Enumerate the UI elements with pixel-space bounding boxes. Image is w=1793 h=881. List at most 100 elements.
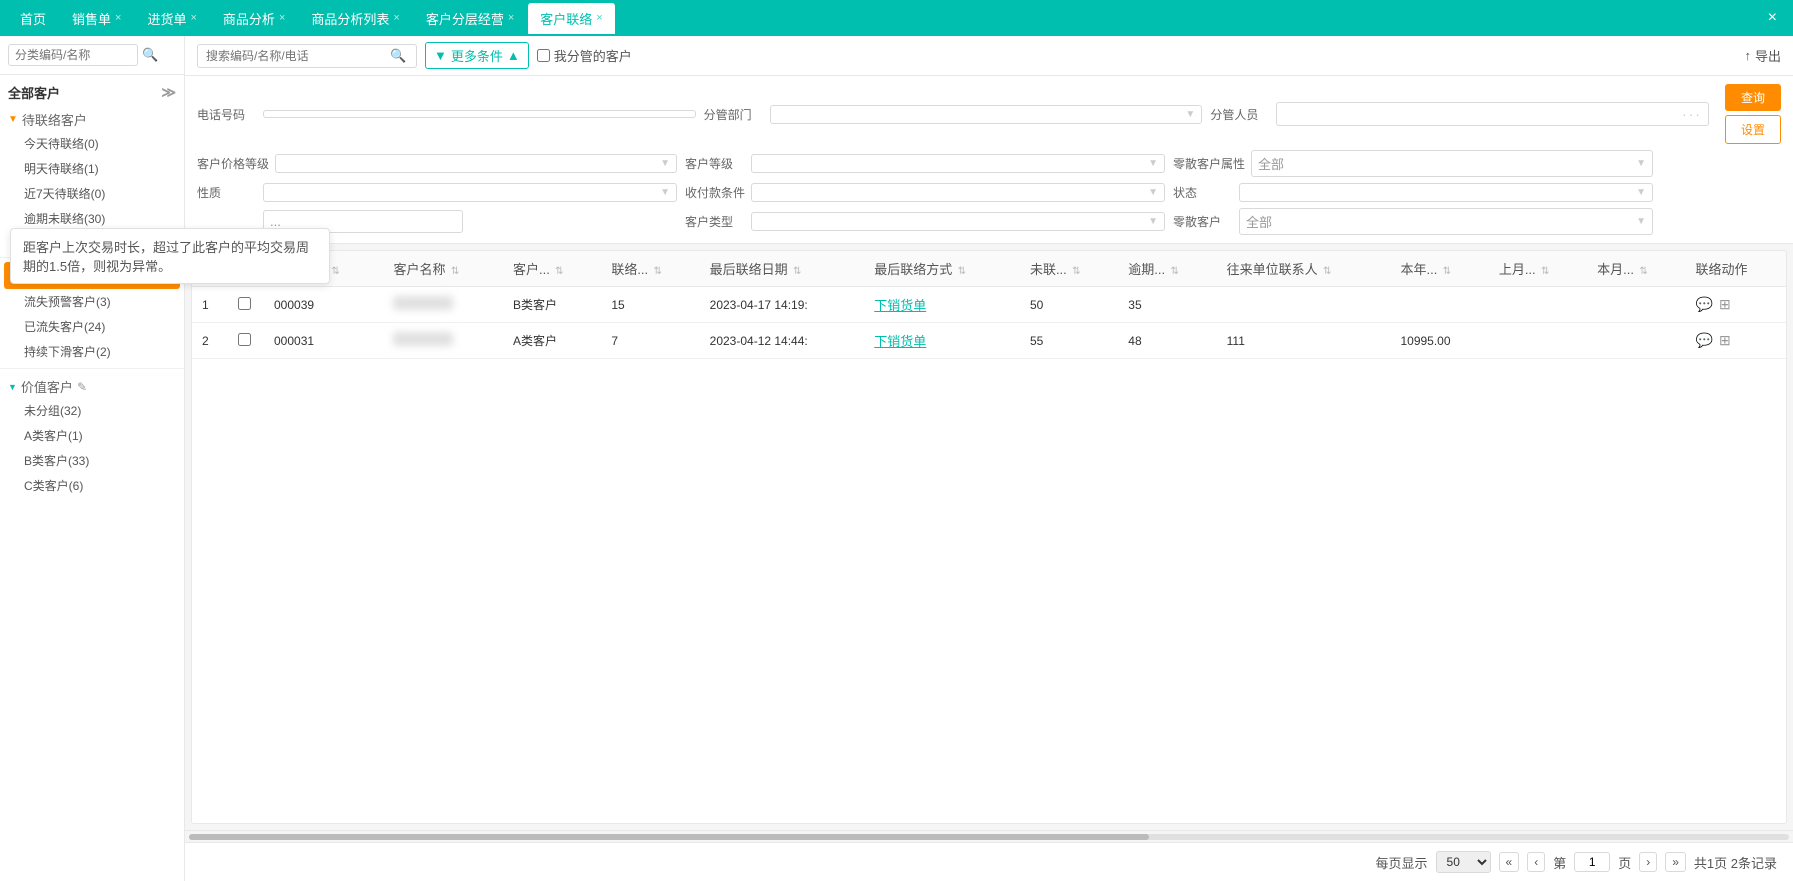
sidebar-all-customers-header: 全部客户 ≫ (0, 75, 184, 106)
sort-icon-7[interactable]: ⇅ (1072, 266, 1080, 277)
first-page-button[interactable]: « (1499, 852, 1520, 872)
sort-icon-3[interactable]: ⇅ (555, 266, 563, 277)
next-page-button[interactable]: › (1639, 852, 1657, 872)
pending-contact-section: ▼ 待联络客户 (0, 106, 184, 131)
sidebar-item-lost-preview[interactable]: 流失预警客户(3) (0, 289, 184, 314)
row-checkbox-2[interactable] (228, 323, 264, 359)
row-last-method-2[interactable]: 下销货单 (864, 323, 1020, 359)
page-number-input[interactable] (1574, 852, 1610, 872)
sidebar-item-tomorrow[interactable]: 明天待联络(1) (0, 156, 184, 181)
row-this-year-1 (1390, 287, 1488, 323)
sort-icon-5[interactable]: ⇅ (793, 266, 801, 277)
payment-input[interactable]: ▼ (751, 183, 1165, 202)
sidebar-item-ungroup[interactable]: 未分组(32) (0, 398, 184, 423)
chat-icon-2[interactable]: 💬 (1696, 332, 1713, 349)
filter-action-buttons: 查询 设置 (1725, 84, 1781, 144)
row-type-2: A类客户 (503, 323, 601, 359)
row-checkbox-1[interactable] (228, 287, 264, 323)
sort-icon[interactable]: ⇅ (331, 266, 339, 277)
settings-button[interactable]: 设置 (1725, 115, 1781, 144)
sort-icon-4[interactable]: ⇅ (654, 266, 662, 277)
sidebar-item-7days[interactable]: 近7天待联络(0) (0, 181, 184, 206)
horizontal-scrollbar[interactable] (185, 830, 1793, 842)
price-level-field: 客户价格等级 ▼ (197, 154, 677, 173)
chevron-down-icon-5: ▼ (660, 187, 670, 198)
search-icon-filter[interactable]: 🔍 (390, 48, 406, 64)
close-icon[interactable]: × (508, 12, 514, 24)
sort-icon-11[interactable]: ⇅ (1541, 266, 1549, 277)
gender-input[interactable]: ▼ (263, 183, 677, 202)
table-row: 2 000031 A类客户 7 2023-04-12 14:44: 下销货单 5… (192, 323, 1786, 359)
sidebar-item-c-class[interactable]: C类客户(6) (0, 473, 184, 498)
nav-tab-home[interactable]: 首页 (8, 3, 58, 34)
sort-icon-9[interactable]: ⇅ (1323, 266, 1331, 277)
my-customers-checkbox[interactable] (537, 49, 550, 62)
sort-icon-12[interactable]: ⇅ (1639, 266, 1647, 277)
col-header-last-date: 最后联络日期 ⇅ (700, 251, 865, 287)
grid-icon-2[interactable]: ⊞ (1719, 332, 1731, 349)
chevron-down-icon-2: ▼ (660, 158, 670, 169)
person-label: 分管人员 (1210, 106, 1270, 123)
sidebar-item-declining[interactable]: 持续下滑客户(2) (0, 339, 184, 364)
col-header-this-month: 本月... ⇅ (1587, 251, 1685, 287)
sidebar-item-a-class[interactable]: A类客户(1) (0, 423, 184, 448)
retail-attr-input[interactable]: 全部 ▼ (1251, 150, 1653, 177)
row-last-method-1[interactable]: 下销货单 (864, 287, 1020, 323)
col-header-action: 联络动作 (1686, 251, 1787, 287)
export-button[interactable]: ↑ 导出 (1744, 46, 1781, 65)
nav-tab-sales[interactable]: 销售单 × (60, 3, 133, 34)
row-select-1[interactable] (238, 297, 251, 310)
nav-tab-purchase[interactable]: 进货单 × (135, 3, 208, 34)
sidebar-search-input[interactable] (8, 44, 138, 66)
customer-name-blurred-1 (393, 296, 453, 310)
contact-method-link-2[interactable]: 下销货单 (874, 334, 926, 349)
status-input[interactable]: ▼ (1239, 183, 1653, 202)
close-icon[interactable]: × (596, 12, 602, 24)
col-header-contact-person: 往来单位联系人 ⇅ (1217, 251, 1391, 287)
person-input[interactable]: ··· (1276, 102, 1709, 126)
row-name-2 (383, 323, 502, 359)
more-conditions-button[interactable]: ▼ 更多条件 ▲ (425, 42, 529, 69)
customer-level-input[interactable]: ▼ (751, 154, 1165, 173)
action-buttons-1: 💬 ⊞ (1696, 296, 1777, 313)
retail-customer-field: 零散客户 全部 ▼ (1173, 208, 1653, 235)
per-page-select[interactable]: 50 100 200 (1436, 851, 1491, 873)
retail-customer-input[interactable]: 全部 ▼ (1239, 208, 1653, 235)
chat-icon-1[interactable]: 💬 (1696, 296, 1713, 313)
close-icon[interactable]: × (279, 12, 285, 24)
last-page-button[interactable]: » (1665, 852, 1686, 872)
nav-tab-customer-tier[interactable]: 客户分层经营 × (414, 3, 526, 34)
prev-page-button[interactable]: ‹ (1527, 852, 1545, 872)
sidebar-item-today[interactable]: 今天待联络(0) (0, 131, 184, 156)
sort-icon-10[interactable]: ⇅ (1443, 266, 1451, 277)
scroll-thumb[interactable] (189, 834, 1149, 840)
close-icon[interactable]: × (393, 12, 399, 24)
sort-icon-8[interactable]: ⇅ (1170, 266, 1178, 277)
query-button[interactable]: 查询 (1725, 84, 1781, 111)
price-level-input[interactable]: ▼ (275, 154, 677, 173)
phone-input[interactable] (263, 110, 696, 118)
sidebar-item-lost[interactable]: 已流失客户(24) (0, 314, 184, 339)
nav-tab-product-analysis[interactable]: 商品分析 × (211, 3, 297, 34)
grid-icon-1[interactable]: ⊞ (1719, 296, 1731, 313)
nav-tab-customer-contact[interactable]: 客户联络 × (528, 3, 614, 34)
sidebar-item-b-class[interactable]: B类客户(33) (0, 448, 184, 473)
customer-type-input[interactable]: ▼ (751, 212, 1165, 231)
row-contact-count-1: 15 (601, 287, 699, 323)
person-field: 分管人员 ··· (1210, 102, 1709, 126)
window-close-button[interactable]: × (1760, 9, 1785, 27)
dept-input[interactable]: ▼ (770, 105, 1203, 124)
sort-icon-2[interactable]: ⇅ (451, 266, 459, 277)
nav-tab-product-list[interactable]: 商品分析列表 × (299, 3, 411, 34)
close-icon[interactable]: × (190, 12, 196, 24)
scroll-track[interactable] (189, 834, 1789, 840)
search-icon[interactable]: 🔍 (142, 47, 158, 63)
retail-attr-field: 零散客户属性 全部 ▼ (1173, 150, 1653, 177)
sort-icon-6[interactable]: ⇅ (958, 266, 966, 277)
row-select-2[interactable] (238, 333, 251, 346)
close-icon[interactable]: × (115, 12, 121, 24)
sidebar-collapse-button[interactable]: ≫ (161, 84, 176, 101)
contact-method-link-1[interactable]: 下销货单 (874, 298, 926, 313)
search-input[interactable] (206, 49, 386, 63)
edit-icon[interactable]: ✎ (77, 380, 87, 394)
